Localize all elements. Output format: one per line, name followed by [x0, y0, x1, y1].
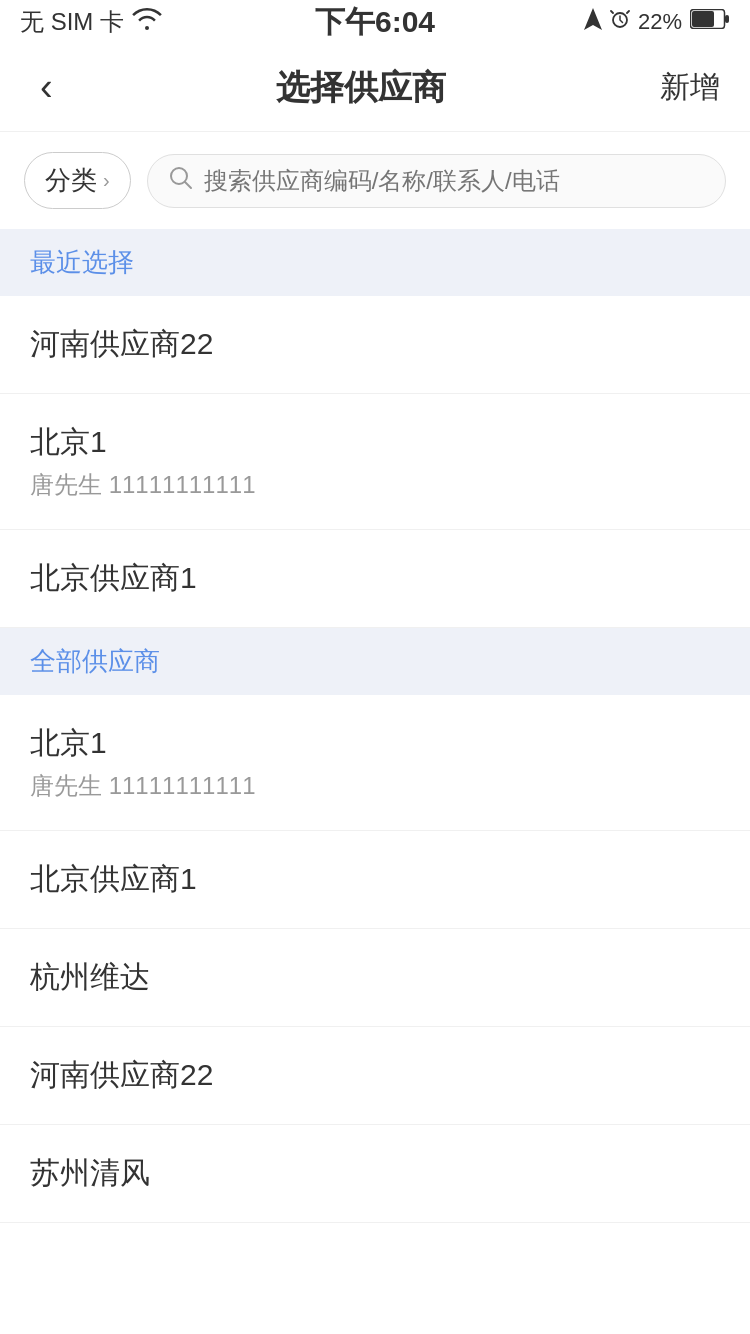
- list-item[interactable]: 苏州清风: [0, 1125, 750, 1223]
- category-label: 分类: [45, 163, 97, 198]
- all-items-list: 北京1 唐先生 11111111111 北京供应商1 杭州维达河南供应商22 苏州清风: [0, 695, 750, 1223]
- location-icon: [584, 8, 602, 36]
- category-filter-button[interactable]: 分类 ›: [24, 152, 131, 209]
- filter-bar: 分类 ›: [0, 132, 750, 229]
- battery-text: 22%: [638, 9, 682, 35]
- recent-section-label: 最近选择: [30, 247, 134, 277]
- item-name: 河南供应商22: [30, 1055, 720, 1096]
- status-left: 无 SIM 卡: [20, 6, 162, 38]
- item-name: 河南供应商22: [30, 324, 720, 365]
- list-item[interactable]: 北京1 唐先生 11111111111: [0, 695, 750, 831]
- svg-rect-3: [725, 15, 729, 23]
- back-button[interactable]: ‹: [30, 56, 63, 119]
- recent-section-header: 最近选择: [0, 229, 750, 296]
- search-box[interactable]: [147, 154, 726, 208]
- item-sub: 唐先生 11111111111: [30, 770, 720, 802]
- item-name: 北京1: [30, 422, 720, 463]
- item-sub: 唐先生 11111111111: [30, 469, 720, 501]
- list-item[interactable]: 北京1 唐先生 11111111111: [0, 394, 750, 530]
- all-section-header: 全部供应商: [0, 628, 750, 695]
- recent-items-list: 河南供应商22 北京1 唐先生 11111111111 北京供应商1: [0, 296, 750, 628]
- chevron-right-icon: ›: [103, 169, 110, 192]
- wifi-icon: [132, 8, 162, 36]
- nav-bar: ‹ 选择供应商 新增: [0, 44, 750, 132]
- status-bar: 无 SIM 卡 下午6:04 22%: [0, 0, 750, 44]
- carrier-text: 无 SIM 卡: [20, 6, 124, 38]
- search-input[interactable]: [204, 167, 705, 195]
- status-right: 22%: [584, 8, 730, 36]
- list-item[interactable]: 北京供应商1: [0, 530, 750, 628]
- item-name: 杭州维达: [30, 957, 720, 998]
- item-name: 北京1: [30, 723, 720, 764]
- list-item[interactable]: 北京供应商1: [0, 831, 750, 929]
- item-name: 北京供应商1: [30, 859, 720, 900]
- alarm-icon: [610, 9, 630, 35]
- status-time: 下午6:04: [315, 2, 435, 43]
- svg-rect-2: [692, 11, 714, 27]
- item-name: 苏州清风: [30, 1153, 720, 1194]
- new-action-button[interactable]: 新增: [660, 67, 720, 108]
- search-icon: [168, 165, 194, 197]
- list-item[interactable]: 河南供应商22: [0, 296, 750, 394]
- list-item[interactable]: 杭州维达: [0, 929, 750, 1027]
- list-item[interactable]: 河南供应商22: [0, 1027, 750, 1125]
- battery-icon: [690, 9, 730, 35]
- page-title: 选择供应商: [276, 65, 446, 111]
- item-name: 北京供应商1: [30, 558, 720, 599]
- all-section-label: 全部供应商: [30, 646, 160, 676]
